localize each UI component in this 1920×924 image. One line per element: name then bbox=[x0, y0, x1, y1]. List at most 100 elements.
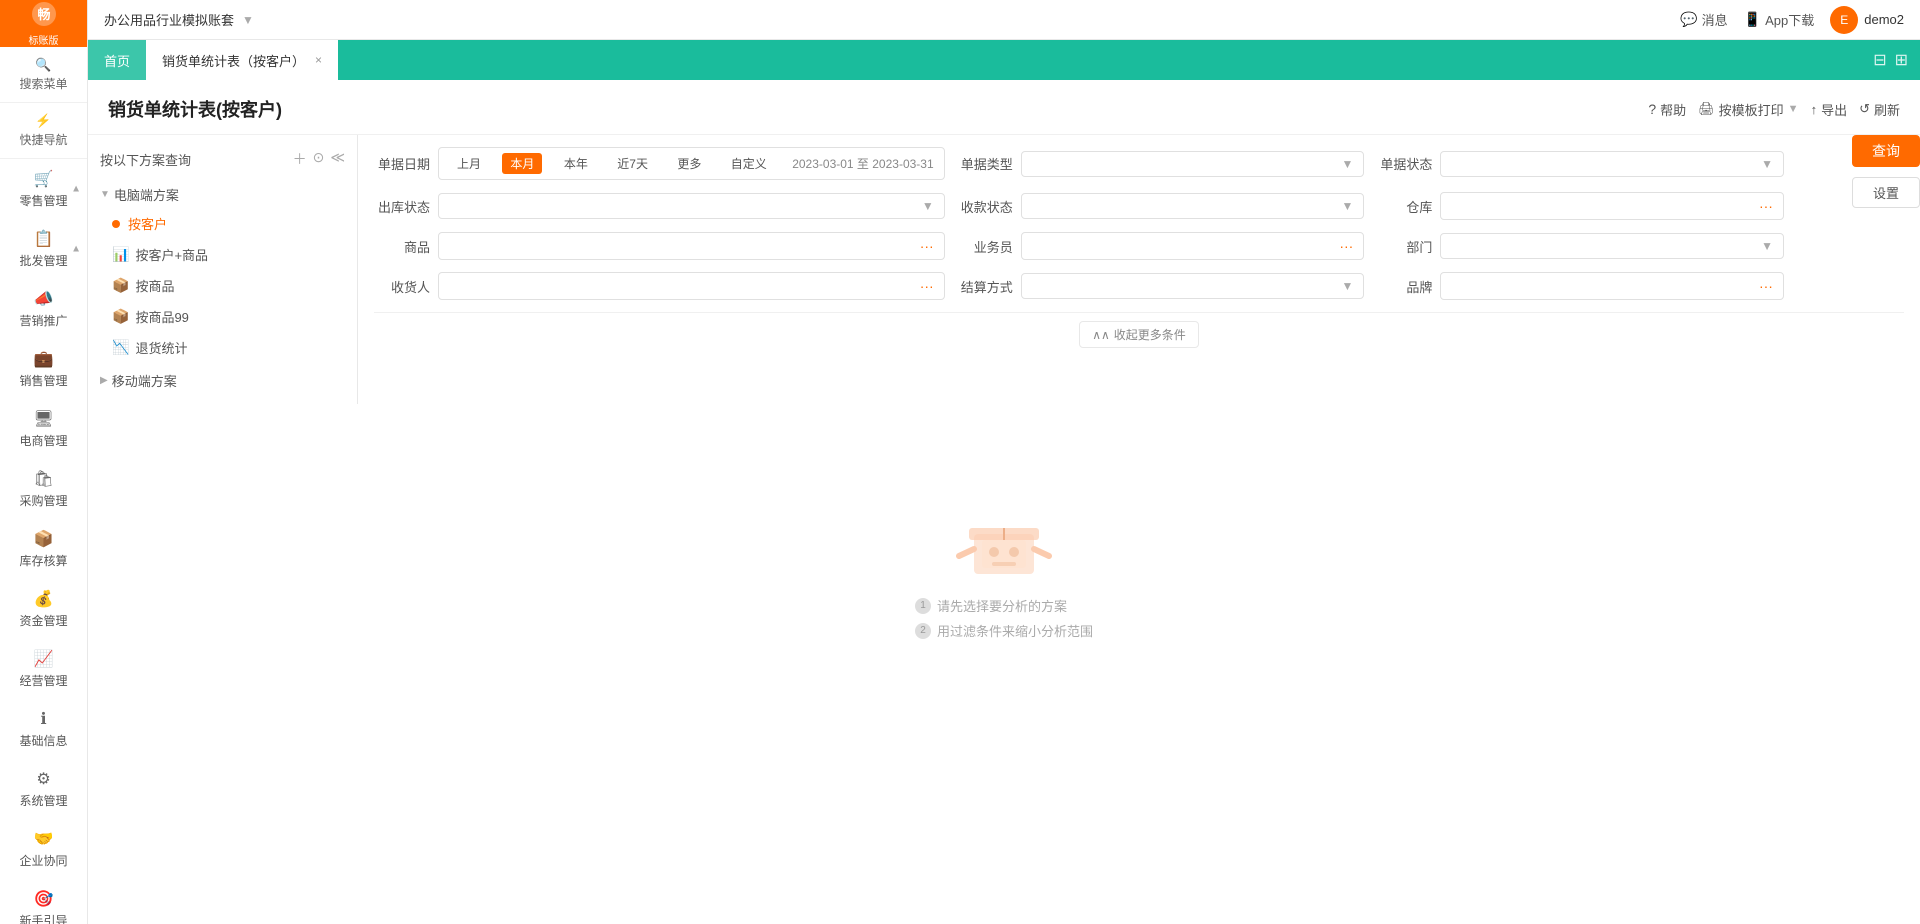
by-product-label: 按商品 bbox=[135, 276, 174, 295]
empty-svg bbox=[944, 484, 1064, 584]
filter-row-3: 商品 ··· 业务员 ··· 部门 bbox=[374, 232, 1904, 260]
tab-maximize-button[interactable]: ⊞ bbox=[1895, 50, 1908, 70]
bill-type-control[interactable]: ▼ bbox=[1021, 151, 1365, 177]
query-button[interactable]: 查询 bbox=[1852, 135, 1920, 167]
scheme-item-by-product[interactable]: 📦 按商品 bbox=[88, 270, 357, 301]
scheme-settings-icon[interactable]: ⊙ bbox=[313, 149, 325, 169]
user-profile-button[interactable]: E demo2 bbox=[1830, 6, 1904, 34]
sidebar-item-enterprise[interactable]: 🤝 企业协同 bbox=[0, 819, 87, 879]
mobile-scheme-arrow: ▶ bbox=[100, 375, 108, 386]
receiver-dots: ··· bbox=[920, 278, 934, 294]
date-btn-thismonth[interactable]: 本月 bbox=[502, 153, 542, 174]
sidebar-item-purchase[interactable]: 🛍 采购管理 bbox=[0, 459, 87, 519]
settlement-filter-group: 结算方式 ▼ bbox=[957, 273, 1365, 299]
sidebar-item-newguide[interactable]: 🎯 新手引导 bbox=[0, 879, 87, 924]
help-button[interactable]: ? 帮助 bbox=[1648, 100, 1686, 119]
export-label: 导出 bbox=[1821, 100, 1847, 119]
collect-state-filter-group: 收款状态 ▼ bbox=[957, 193, 1365, 219]
receiver-filter-group: 收货人 ··· bbox=[374, 272, 945, 300]
sidebar-item-operations[interactable]: 📈 经营管理 bbox=[0, 639, 87, 699]
sidebar-item-wholesale[interactable]: 📋 批发管理 ▲ bbox=[0, 219, 87, 279]
empty-state: 1 请先选择要分析的方案 2 用过滤条件来缩小分析范围 bbox=[88, 404, 1920, 726]
date-btn-7days[interactable]: 近7天 bbox=[609, 153, 656, 174]
collect-state-control[interactable]: ▼ bbox=[1021, 193, 1365, 219]
tip-num-2: 2 bbox=[915, 623, 931, 639]
logo[interactable]: 畅 标账版 bbox=[0, 0, 88, 47]
pc-scheme-header[interactable]: ▼ 电脑端方案 bbox=[88, 181, 357, 208]
sidebar-item-system[interactable]: ⚙ 系统管理 bbox=[0, 759, 87, 819]
collect-state-label: 收款状态 bbox=[957, 197, 1013, 216]
tip-text-1: 请先选择要分析的方案 bbox=[937, 596, 1067, 615]
quicknav-label: 快捷导航 bbox=[0, 131, 87, 148]
product-control[interactable]: ··· bbox=[438, 232, 945, 260]
brand-control[interactable]: ··· bbox=[1440, 272, 1784, 300]
filter-row-4: 收货人 ··· 结算方式 ▼ 品牌 bbox=[374, 272, 1904, 300]
sidebar-item-search[interactable]: 🔍 搜索菜单 bbox=[0, 47, 87, 103]
collapse-up-icon: ∧∧ bbox=[1092, 328, 1110, 342]
print-button[interactable]: 🖨 按模板打印 ▼ bbox=[1698, 100, 1798, 119]
department-control[interactable]: ▼ bbox=[1440, 233, 1784, 259]
tab-close-icon[interactable]: × bbox=[315, 53, 322, 67]
pc-scheme-label: 电脑端方案 bbox=[114, 185, 179, 204]
scheme-collapse-icon[interactable]: ≪ bbox=[330, 149, 345, 169]
salesperson-control[interactable]: ··· bbox=[1021, 232, 1365, 260]
export-button[interactable]: ↑ 导出 bbox=[1811, 100, 1848, 119]
tab-active[interactable]: 销货单统计表（按客户） × bbox=[146, 40, 338, 80]
filter-row-1: 单据日期 上月 本月 本年 近7天 更多 自定义 2023-03-01 至 20… bbox=[374, 147, 1904, 180]
tab-home[interactable]: 首页 bbox=[88, 40, 146, 80]
bill-state-filter-group: 单据状态 ▼ bbox=[1376, 151, 1904, 177]
active-dot bbox=[112, 220, 120, 228]
product-filter-group: 商品 ··· bbox=[374, 232, 945, 260]
out-state-filter-group: 出库状态 ▼ bbox=[374, 193, 945, 219]
date-btn-lastmonth[interactable]: 上月 bbox=[449, 153, 489, 174]
tab-minimize-button[interactable]: ⊟ bbox=[1873, 50, 1886, 70]
settlement-control[interactable]: ▼ bbox=[1021, 273, 1365, 299]
scheme-add-icon[interactable]: ＋ bbox=[293, 149, 307, 169]
sidebar-item-basicinfo[interactable]: ℹ 基础信息 bbox=[0, 699, 87, 759]
wholesale-arrow: ▲ bbox=[71, 244, 81, 255]
sidebar-item-ecommerce[interactable]: 🖥 电商管理 bbox=[0, 399, 87, 459]
retail-arrow: ▲ bbox=[71, 184, 81, 195]
refresh-button[interactable]: ↺ 刷新 bbox=[1859, 100, 1900, 119]
mobile-scheme-header[interactable]: ▶ 移动端方案 bbox=[88, 367, 357, 394]
ecommerce-icon: 🖥 bbox=[0, 409, 87, 429]
download-icon: 📱 bbox=[1744, 11, 1761, 28]
header-dropdown-icon[interactable]: ▼ bbox=[242, 13, 254, 27]
date-filter-control[interactable]: 上月 本月 本年 近7天 更多 自定义 2023-03-01 至 2023-03… bbox=[438, 147, 945, 180]
search-icon: 🔍 bbox=[0, 57, 87, 73]
scheme-title: 按以下方案查询 bbox=[100, 150, 191, 169]
scheme-item-by-product99[interactable]: 📦 按商品99 bbox=[88, 301, 357, 332]
warehouse-control[interactable]: ··· bbox=[1440, 192, 1784, 220]
receiver-control[interactable]: ··· bbox=[438, 272, 945, 300]
setting-button[interactable]: 设置 bbox=[1852, 177, 1920, 208]
operations-icon: 📈 bbox=[0, 649, 87, 669]
bill-type-arrow: ▼ bbox=[1341, 157, 1353, 171]
sidebar-item-inventory[interactable]: 📦 库存核算 bbox=[0, 519, 87, 579]
header-left: 办公用品行业模拟账套 ▼ bbox=[104, 10, 254, 29]
collapse-button[interactable]: ∧∧ 收起更多条件 bbox=[1079, 321, 1199, 348]
bill-state-control[interactable]: ▼ bbox=[1440, 151, 1784, 177]
tip-num-1: 1 bbox=[915, 598, 931, 614]
tab-home-label: 首页 bbox=[104, 51, 130, 70]
message-button[interactable]: 💬 消息 bbox=[1680, 10, 1727, 29]
date-btn-custom[interactable]: 自定义 bbox=[723, 153, 775, 174]
sidebar-item-finance[interactable]: 💰 资金管理 bbox=[0, 579, 87, 639]
brand-dots: ··· bbox=[1759, 278, 1773, 294]
pc-scheme-arrow: ▼ bbox=[100, 189, 110, 200]
filter-area: 按以下方案查询 ＋ ⊙ ≪ ▼ 电脑端方案 按客户 bbox=[88, 135, 1920, 404]
by-product99-icon: 📦 bbox=[112, 308, 129, 325]
bill-state-arrow: ▼ bbox=[1761, 157, 1773, 171]
scheme-item-return-stats[interactable]: 📉 退货统计 bbox=[88, 332, 357, 363]
app-download-button[interactable]: 📱 App下载 bbox=[1744, 10, 1815, 29]
scheme-item-customer-product[interactable]: 📊 按客户+商品 bbox=[88, 239, 357, 270]
date-btn-thisyear[interactable]: 本年 bbox=[556, 153, 596, 174]
date-btn-more[interactable]: 更多 bbox=[669, 153, 709, 174]
brand-filter-group: 品牌 ··· bbox=[1376, 272, 1904, 300]
sidebar-item-quicknav[interactable]: ⚡ 快捷导航 bbox=[0, 103, 87, 159]
sidebar-item-retail[interactable]: 🛒 零售管理 ▲ bbox=[0, 159, 87, 219]
out-state-control[interactable]: ▼ bbox=[438, 193, 945, 219]
scheme-item-by-customer[interactable]: 按客户 bbox=[88, 208, 357, 239]
sidebar-item-sales[interactable]: 💼 销售管理 bbox=[0, 339, 87, 399]
sidebar-item-marketing[interactable]: 📣 营销推广 bbox=[0, 279, 87, 339]
warehouse-filter-group: 仓库 ··· bbox=[1376, 192, 1904, 220]
